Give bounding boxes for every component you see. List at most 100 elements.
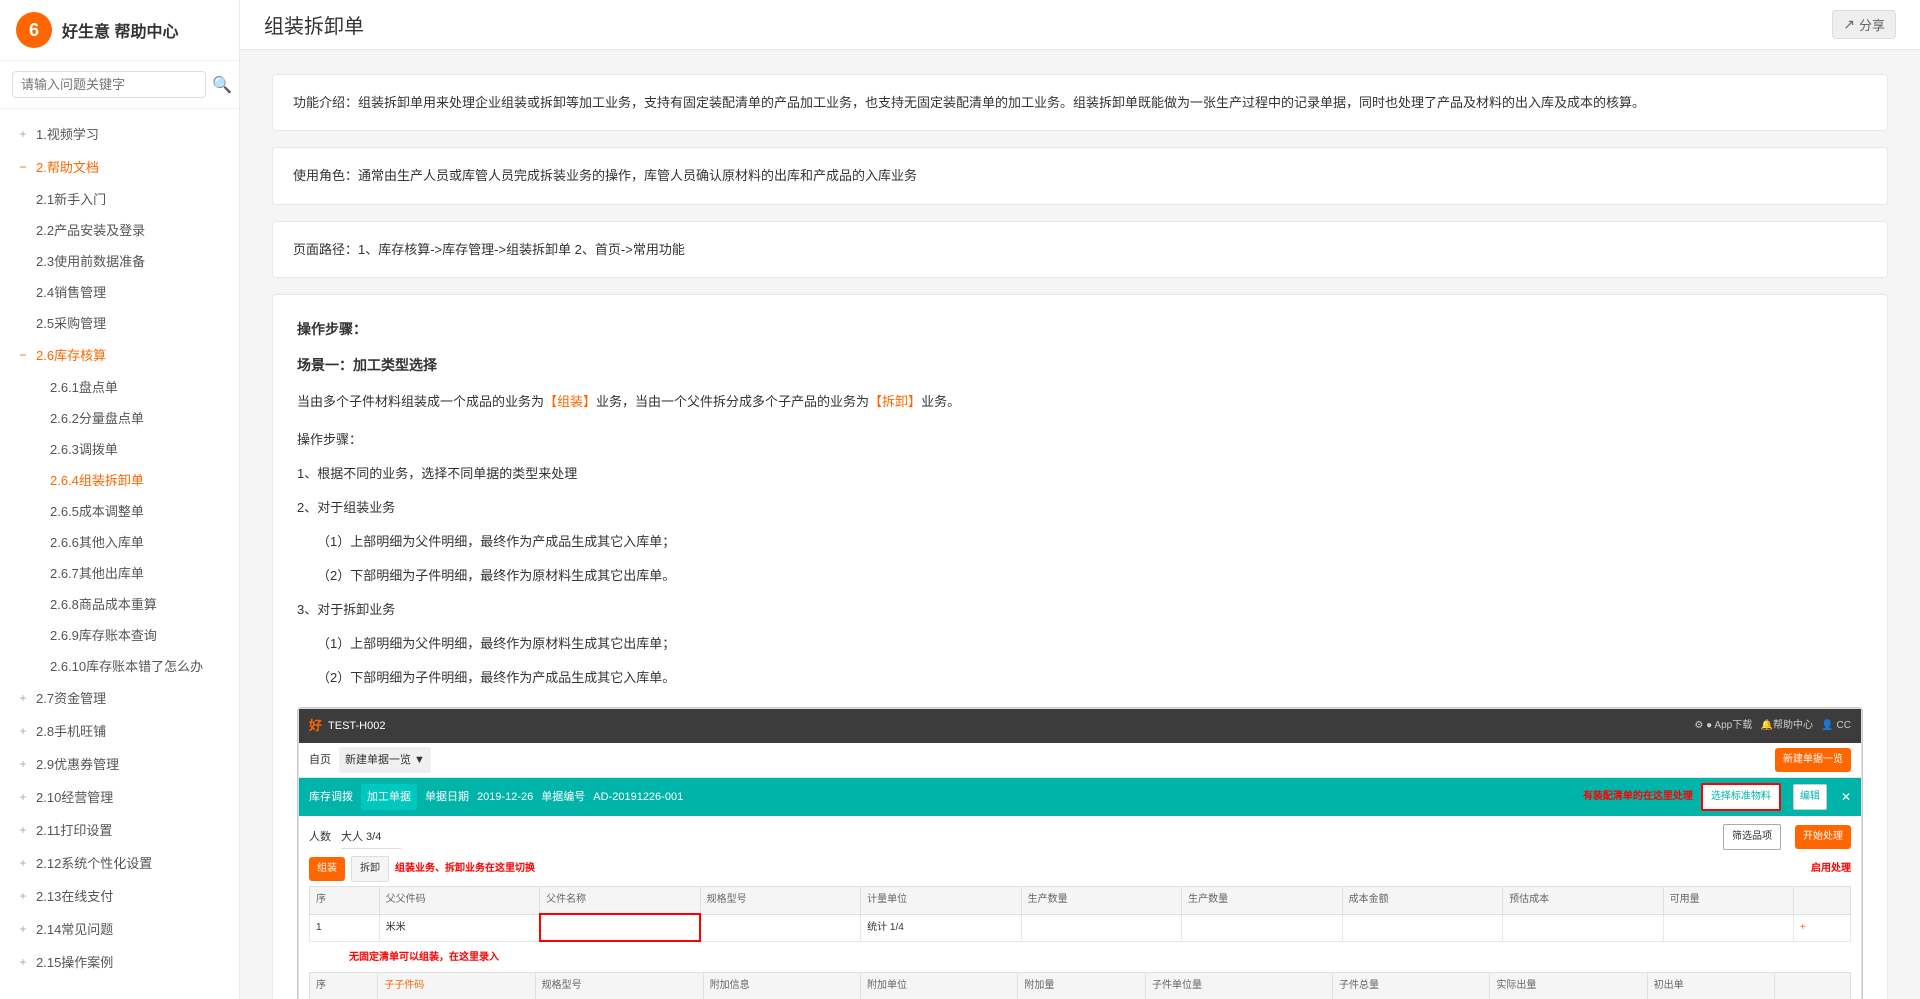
sidebar-item-video-label: 1.视频学习: [36, 124, 99, 143]
sidebar-item-268[interactable]: 2.6.8商品成本重算: [0, 588, 239, 619]
share-button[interactable]: ↗ 分享: [1832, 10, 1896, 39]
sidebar-item-coupon[interactable]: + 2.9优惠券管理: [0, 747, 239, 780]
mock-child-table: 序 子子件码 规格型号 附加信息 附加单位 附加量 子件单位量 子件总量 实际出: [309, 972, 1851, 999]
sidebar-item-269[interactable]: 2.6.9库存账本查询: [0, 619, 239, 650]
site-title: 好生意 帮助中心: [62, 18, 178, 42]
sidebar-item-payment[interactable]: + 2.13在线支付: [0, 879, 239, 912]
page-title: 组装拆卸单: [264, 10, 364, 39]
sidebar-item-262[interactable]: 2.6.2分量盘点单: [0, 402, 239, 433]
intro-text: 功能介绍：组装拆卸单用来处理企业组装或拆卸等加工业务，支持有固定装配清单的产品加…: [293, 91, 1867, 114]
scene-title: 场景一：加工类型选择: [297, 351, 1863, 379]
share-label: 分享: [1859, 15, 1885, 34]
sidebar-item-265[interactable]: 2.6.5成本调整单: [0, 495, 239, 526]
disassemble-label: 【拆卸】: [869, 394, 921, 409]
plus-icon4: +: [16, 757, 30, 771]
sidebar-item-helpdocs-label: 2.帮助文档: [36, 157, 99, 176]
mock-tab-disassemble[interactable]: 拆卸: [351, 856, 389, 882]
mock-app-bar: 好 TEST-H002 ⚙ ● App下载 🔔帮助中心 👤 CC: [299, 709, 1861, 743]
scene-desc: 当由多个子件材料组装成一个成品的业务为【组装】业务，当由一个父件拆分成多个子产品…: [297, 389, 1863, 415]
mock-edit-btn[interactable]: 编辑: [1793, 784, 1827, 810]
search-icon[interactable]: 🔍: [212, 75, 232, 95]
mock-fields-row: 人数 大人 3/4 筛选品项 开始处理: [309, 824, 1851, 850]
sidebar-item-264[interactable]: 2.6.4组装拆卸单: [0, 464, 239, 495]
plus-icon: +: [16, 127, 30, 141]
sidebar-item-inventory[interactable]: − 2.6库存核算: [0, 338, 239, 371]
step2-1: （1）上部明细为父件明细，最终作为产成品生成其它入库单；: [297, 529, 1863, 555]
sidebar-item-dataprep[interactable]: 2.3使用前数据准备: [0, 245, 239, 276]
plus-icon9: +: [16, 922, 30, 936]
sidebar-item-2610[interactable]: 2.6.10库存账本错了怎么办: [0, 650, 239, 681]
sidebar-item-faq[interactable]: + 2.14常见问题: [0, 912, 239, 945]
step3-2: （2）下部明细为子件明细，最终作为产成品生成其它入库单。: [297, 665, 1863, 691]
logo-icon: 6: [16, 12, 52, 48]
table-row: 1 米米 统计 1/4: [310, 914, 1851, 941]
mock-field-val1: 大人 3/4: [341, 826, 401, 849]
intro-block: 功能介绍：组装拆卸单用来处理企业组装或拆卸等加工业务，支持有固定装配清单的产品加…: [272, 74, 1888, 131]
steps-block: 操作步骤： 场景一：加工类型选择 当由多个子件材料组装成一个成品的业务为【组装】…: [272, 294, 1888, 999]
sidebar-item-267[interactable]: 2.6.7其他出库单: [0, 557, 239, 588]
sidebar-item-video[interactable]: + 1.视频学习: [0, 117, 239, 150]
topbar: 组装拆卸单 ↗ 分享: [240, 0, 1920, 50]
sidebar-item-sales[interactable]: 2.4销售管理: [0, 276, 239, 307]
sidebar-item-mobile[interactable]: + 2.8手机旺铺: [0, 714, 239, 747]
mock-icons: ⚙ ● App下载 🔔帮助中心 👤 CC: [1694, 716, 1851, 736]
path-block: 页面路径：1、库存核算->库存管理->组装拆卸单 2、首页->常用功能: [272, 221, 1888, 278]
step1: 1、根据不同的业务，选择不同单据的类型来处理: [297, 461, 1863, 487]
sidebar-item-finance[interactable]: + 2.7资金管理: [0, 681, 239, 714]
main-panel: 组装拆卸单 ↗ 分享 功能介绍：组装拆卸单用来处理企业组装或拆卸等加工业务，支持…: [240, 0, 1920, 999]
sidebar-item-cases[interactable]: + 2.15操作案例: [0, 945, 239, 978]
mock-date-label: 单据日期: [425, 786, 469, 808]
mock-form-header: 库存调拨 加工单据 单据日期 2019-12-26 单据编号 AD-201912…: [299, 778, 1861, 816]
mock-logo: 好: [309, 713, 322, 739]
step3-1: （1）上部明细为父件明细，最终作为原材料生成其它出库单；: [297, 631, 1863, 657]
minus-icon: −: [16, 160, 30, 174]
sidebar-item-purchase[interactable]: 2.5采购管理: [0, 307, 239, 338]
sidebar-item-261[interactable]: 2.6.1盘点单: [0, 371, 239, 402]
plus-icon6: +: [16, 823, 30, 837]
mock-parent-table-wrapper: 序 父父件码 父件名称 规格型号 计量单位 生产数量 生产数量 成本金额 预估成: [309, 886, 1851, 942]
col-seq: 序: [310, 887, 380, 915]
mock-new-btn: 新建单据一览: [1775, 748, 1851, 772]
sidebar-item-print[interactable]: + 2.11打印设置: [0, 813, 239, 846]
mock-nav: 自页 新建单据一览 ▼ 新建单据一览: [299, 743, 1861, 778]
mock-nav-home: 自页: [309, 749, 331, 771]
sidebar-item-266[interactable]: 2.6.6其他入库单: [0, 526, 239, 557]
mock-field-label1: 人数: [309, 826, 331, 848]
sidebar-item-system[interactable]: + 2.12系统个性化设置: [0, 846, 239, 879]
col-prod-qty: 生产数量: [1021, 887, 1182, 915]
mock-child-table-wrapper: 序 子子件码 规格型号 附加信息 附加单位 附加量 子件单位量 子件总量 实际出: [309, 972, 1851, 999]
search-input[interactable]: [12, 71, 206, 98]
mock-tabs-row: 组装 拆卸 组装业务、拆卸业务在这里切换 启用处理: [309, 856, 1851, 882]
col-spec: 规格型号: [700, 887, 861, 915]
content-area: 功能介绍：组装拆卸单用来处理企业组装或拆卸等加工业务，支持有固定装配清单的产品加…: [240, 50, 1920, 999]
share-icon: ↗: [1843, 16, 1855, 33]
mock-close-btn[interactable]: ✕: [1841, 785, 1851, 809]
step2: 2、对于组装业务: [297, 495, 1863, 521]
sidebar-item-263[interactable]: 2.6.3调拨单: [0, 433, 239, 464]
col-action: [1793, 887, 1850, 915]
role-block: 使用角色：通常由生产人员或库管人员完成拆装业务的操作，库管人员确认原材料的出库和…: [272, 147, 1888, 204]
sidebar-item-newbie[interactable]: 2.1新手入门: [0, 183, 239, 214]
annotation4-wrapper: 无固定清单可以组装，在这里录入: [349, 946, 1851, 968]
plus-icon5: +: [16, 790, 30, 804]
col-prod-qty2: 生产数量: [1182, 887, 1343, 915]
step2-2: （2）下部明细为子件明细，最终作为原材料生成其它出库单。: [297, 563, 1863, 589]
mock-form-subtitle: 加工单据: [361, 784, 417, 810]
plus-icon3: +: [16, 724, 30, 738]
mock-filter-btn[interactable]: 筛选品项: [1723, 824, 1781, 850]
mock-tab-assemble[interactable]: 组装: [309, 857, 345, 881]
steps-title: 操作步骤：: [297, 315, 1863, 343]
col-est-cost: 预估成本: [1503, 887, 1664, 915]
sidebar-item-install[interactable]: 2.2产品安装及登录: [0, 214, 239, 245]
mock-screen: 好 TEST-H002 ⚙ ● App下载 🔔帮助中心 👤 CC 自页 新建单据…: [298, 708, 1862, 999]
sidebar: 6 好生意 帮助中心 🔍 + 1.视频学习 − 2.帮助文档 2.1新手入门 2…: [0, 0, 240, 999]
sidebar-item-helpdocs[interactable]: − 2.帮助文档: [0, 150, 239, 183]
minus-orange-icon: −: [16, 348, 30, 362]
sidebar-item-operation[interactable]: + 2.10经营管理: [0, 780, 239, 813]
mock-save-btn[interactable]: 开始处理: [1795, 825, 1851, 849]
annotation2-text: 组装业务、拆卸业务在这里切换: [395, 859, 535, 879]
col-unit: 计量单位: [861, 887, 1022, 915]
role-text: 使用角色：通常由生产人员或库管人员完成拆装业务的操作，库管人员确认原材料的出库和…: [293, 164, 1867, 187]
mock-select-std-btn[interactable]: 选择标准物料: [1701, 783, 1781, 811]
mock-date-val: 2019-12-26: [477, 786, 533, 808]
